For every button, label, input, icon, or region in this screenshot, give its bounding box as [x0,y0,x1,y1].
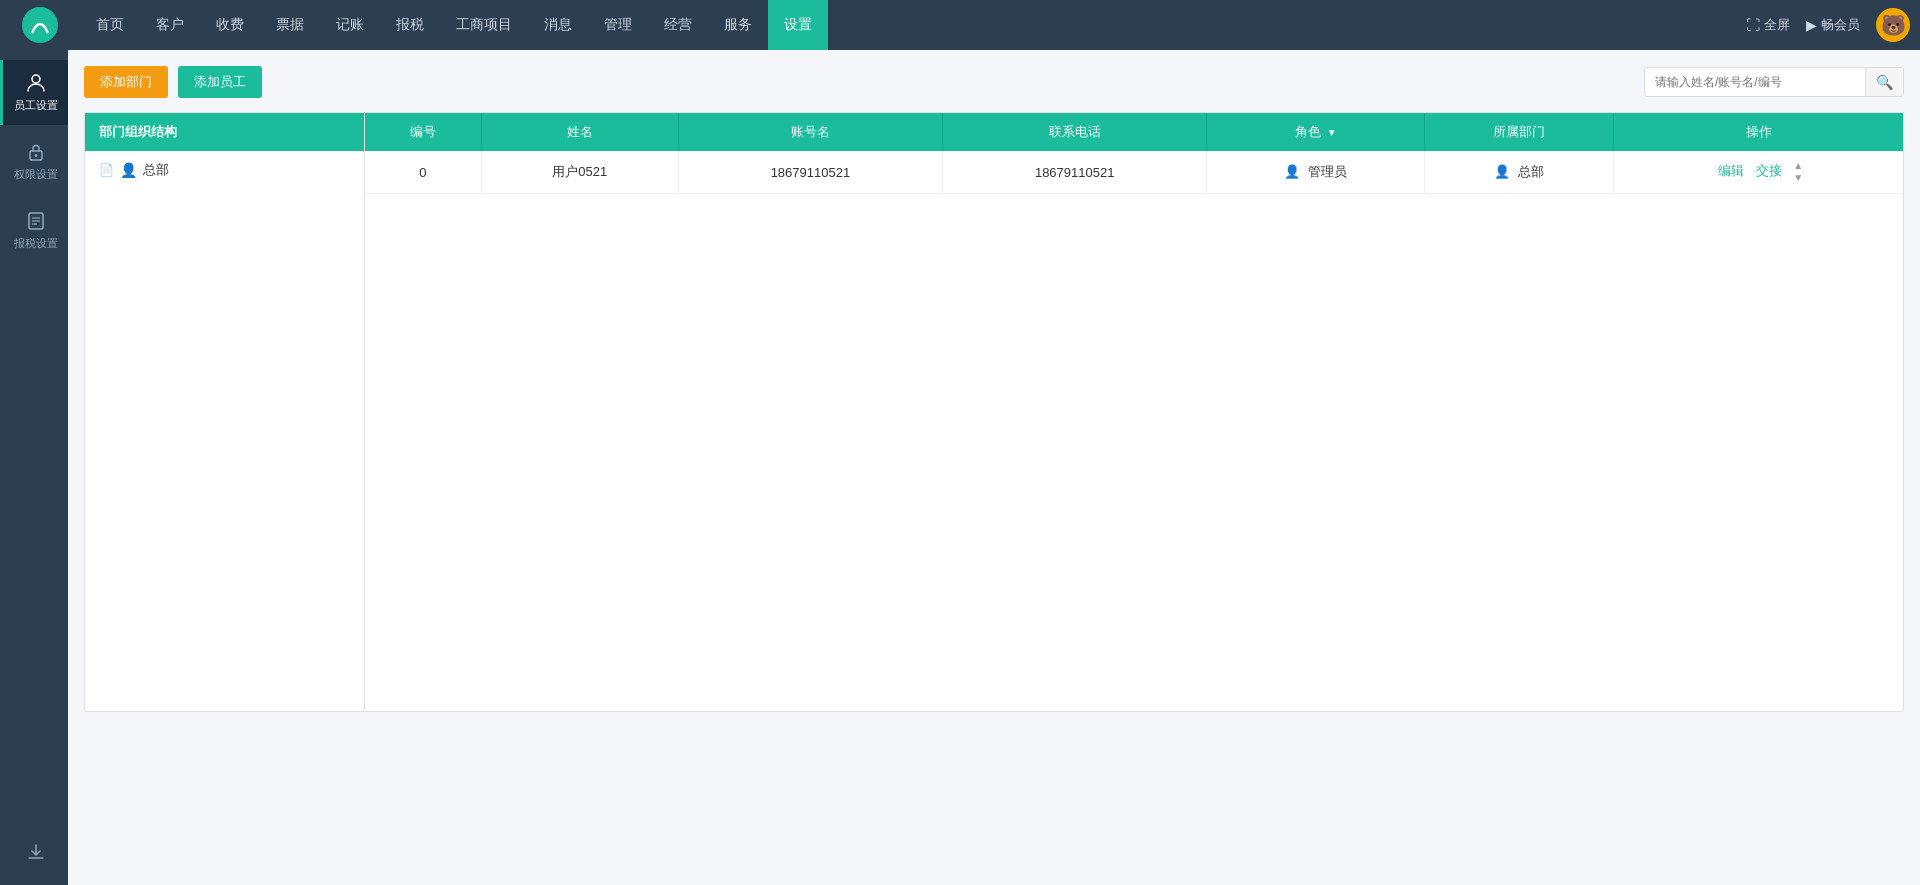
sidebar: 员工设置 权限设置 报税设置 [0,50,68,885]
nav-item-customer[interactable]: 客户 [140,0,200,50]
nav-item-ticket[interactable]: 票据 [260,0,320,50]
nav-right: ⛶ 全屏 ▶ 畅会员 🐻 [1746,8,1910,42]
col-dept: 所属部门 [1425,113,1614,151]
svg-point-1 [32,75,40,83]
sidebar-item-download[interactable] [0,829,68,875]
role-user-icon: 👤 [1284,164,1300,179]
nav-item-operation[interactable]: 经营 [648,0,708,50]
dept-label: 总部 [1518,164,1544,179]
cell-account: 18679110521 [678,151,942,194]
top-nav: 首页 客户 收费 票据 记账 报税 工商项目 消息 管理 经营 服务 设置 ⛶ … [0,0,1920,50]
sidebar-item-taxsettings-label: 报税设置 [14,236,58,251]
avatar[interactable]: 🐻 [1876,8,1910,42]
search-box: 🔍 [1644,67,1904,97]
role-label: 管理员 [1308,164,1347,179]
edit-link[interactable]: 编辑 [1718,163,1744,178]
download-icon [25,841,47,863]
sidebar-item-permission[interactable]: 权限设置 [0,129,68,194]
scroll-up-icon[interactable]: ▲ [1793,161,1803,171]
scroll-down-icon[interactable]: ▼ [1793,173,1803,183]
table-row: 0 用户0521 18679110521 18679110521 👤 管理员 👤… [365,151,1903,194]
nav-item-fee[interactable]: 收费 [200,0,260,50]
col-role-label: 角色 [1295,124,1321,139]
sidebar-item-taxsettings[interactable]: 报税设置 [0,198,68,263]
table-panel: 编号 姓名 账号名 联系电话 角色 ▼ 所属部门 操作 [365,113,1903,711]
cell-actions: 编辑 交接 ▲ ▼ [1614,151,1903,194]
logo [10,7,70,43]
col-id: 编号 [365,113,481,151]
main-panel: 部门组织结构 📄 👤 总部 编号 姓名 账号名 联系电话 [84,112,1904,712]
filter-icon: ▼ [1327,127,1337,138]
taxsettings-icon [25,210,47,232]
employee-icon [25,72,47,94]
member-icon: ▶ [1806,17,1817,33]
sidebar-item-employee[interactable]: 员工设置 [0,60,68,125]
add-employee-button[interactable]: 添加员工 [178,66,262,98]
main-layout: 员工设置 权限设置 报税设置 [0,50,1920,885]
col-account: 账号名 [678,113,942,151]
col-role[interactable]: 角色 ▼ [1207,113,1425,151]
search-icon: 🔍 [1876,74,1893,90]
add-dept-button[interactable]: 添加部门 [84,66,168,98]
tree-item-label: 总部 [143,161,169,179]
search-input[interactable] [1645,69,1865,95]
nav-item-home[interactable]: 首页 [80,0,140,50]
transfer-link[interactable]: 交接 [1756,163,1782,178]
cell-name: 用户0521 [481,151,678,194]
fullscreen-label: 全屏 [1764,16,1790,34]
nav-item-settings[interactable]: 设置 [768,0,828,50]
member-btn[interactable]: ▶ 畅会员 [1806,16,1860,34]
tree-header: 部门组织结构 [85,113,364,151]
col-phone: 联系电话 [943,113,1207,151]
cell-id: 0 [365,151,481,194]
nav-items: 首页 客户 收费 票据 记账 报税 工商项目 消息 管理 经营 服务 设置 [80,0,1746,50]
file-icon: 📄 [99,163,114,177]
col-actions: 操作 [1614,113,1903,151]
nav-item-bookkeeping[interactable]: 记账 [320,0,380,50]
tree-panel: 部门组织结构 📄 👤 总部 [85,113,365,711]
col-name: 姓名 [481,113,678,151]
svg-point-3 [34,154,37,157]
nav-item-tax[interactable]: 报税 [380,0,440,50]
sidebar-item-employee-label: 员工设置 [14,98,58,113]
action-bar: 添加部门 添加员工 🔍 [84,66,1904,98]
dept-icon-small: 👤 [1494,164,1510,179]
nav-item-manage[interactable]: 管理 [588,0,648,50]
dept-user-icon: 👤 [120,162,137,178]
permission-icon [25,141,47,163]
fullscreen-btn[interactable]: ⛶ 全屏 [1746,16,1790,34]
cell-dept: 👤 总部 [1425,151,1614,194]
scroll-arrows: ▲ ▼ [1793,161,1803,183]
nav-item-business[interactable]: 工商项目 [440,0,528,50]
content: 添加部门 添加员工 🔍 部门组织结构 📄 👤 总部 [68,50,1920,885]
sidebar-item-permission-label: 权限设置 [14,167,58,182]
member-label: 畅会员 [1821,16,1860,34]
search-button[interactable]: 🔍 [1865,68,1903,96]
cell-role: 👤 管理员 [1207,151,1425,194]
employee-table: 编号 姓名 账号名 联系电话 角色 ▼ 所属部门 操作 [365,113,1903,194]
tree-item-general[interactable]: 📄 👤 总部 [85,151,364,189]
nav-item-message[interactable]: 消息 [528,0,588,50]
cell-phone: 18679110521 [943,151,1207,194]
sidebar-bottom [0,829,68,885]
fullscreen-icon: ⛶ [1746,17,1760,33]
nav-item-service[interactable]: 服务 [708,0,768,50]
